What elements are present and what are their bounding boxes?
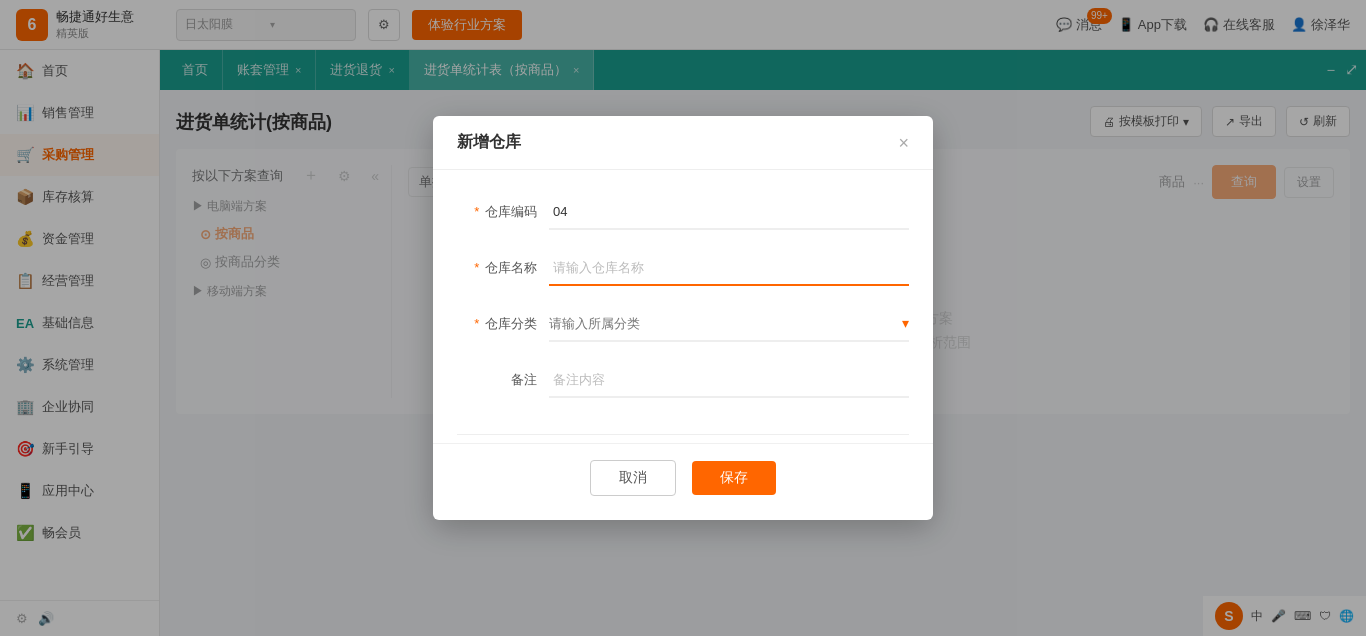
modal-divider [457,434,909,435]
form-row-category: * 仓库分类 ▾ [457,306,909,342]
modal-overlay[interactable]: 新增仓库 × * 仓库编码 [160,90,1366,636]
modal-footer: 取消 保存 [433,443,933,520]
form-row-name: * 仓库名称 [457,250,909,286]
modal-title: 新增仓库 [457,132,521,153]
name-label: * 仓库名称 [457,259,537,277]
category-select[interactable]: ▾ [549,306,909,342]
code-input[interactable] [549,194,909,230]
cancel-button[interactable]: 取消 [590,460,676,496]
main-layout: 🏠 首页 📊 销售管理 🛒 采购管理 📦 库存核算 💰 资金管理 📋 经营管理 … [0,50,1366,636]
modal-header: 新增仓库 × [433,116,933,170]
category-required-mark: * [474,316,479,331]
modal-close-button[interactable]: × [898,134,909,152]
page-content: 进货单统计(按商品) 🖨 按模板打印 ▾ ↗ 导出 ↺ 刷新 [160,90,1366,636]
main-area: 首页 账套管理 × 进货退货 × 进货单统计表（按商品） × － ⤢ [160,50,1366,636]
remark-label: 备注 [457,371,537,389]
new-warehouse-modal: 新增仓库 × * 仓库编码 [433,116,933,520]
name-required-mark: * [474,260,479,275]
name-input[interactable] [549,250,909,286]
code-label: * 仓库编码 [457,203,537,221]
form-row-code: * 仓库编码 [457,194,909,230]
code-required-mark: * [474,204,479,219]
remark-input[interactable] [549,362,909,398]
form-row-remark: 备注 [457,362,909,398]
chevron-down-icon: ▾ [902,315,909,331]
category-label: * 仓库分类 [457,315,537,333]
category-input[interactable] [549,316,902,331]
save-button[interactable]: 保存 [692,461,776,495]
modal-body: * 仓库编码 * 仓库名称 [433,170,933,434]
